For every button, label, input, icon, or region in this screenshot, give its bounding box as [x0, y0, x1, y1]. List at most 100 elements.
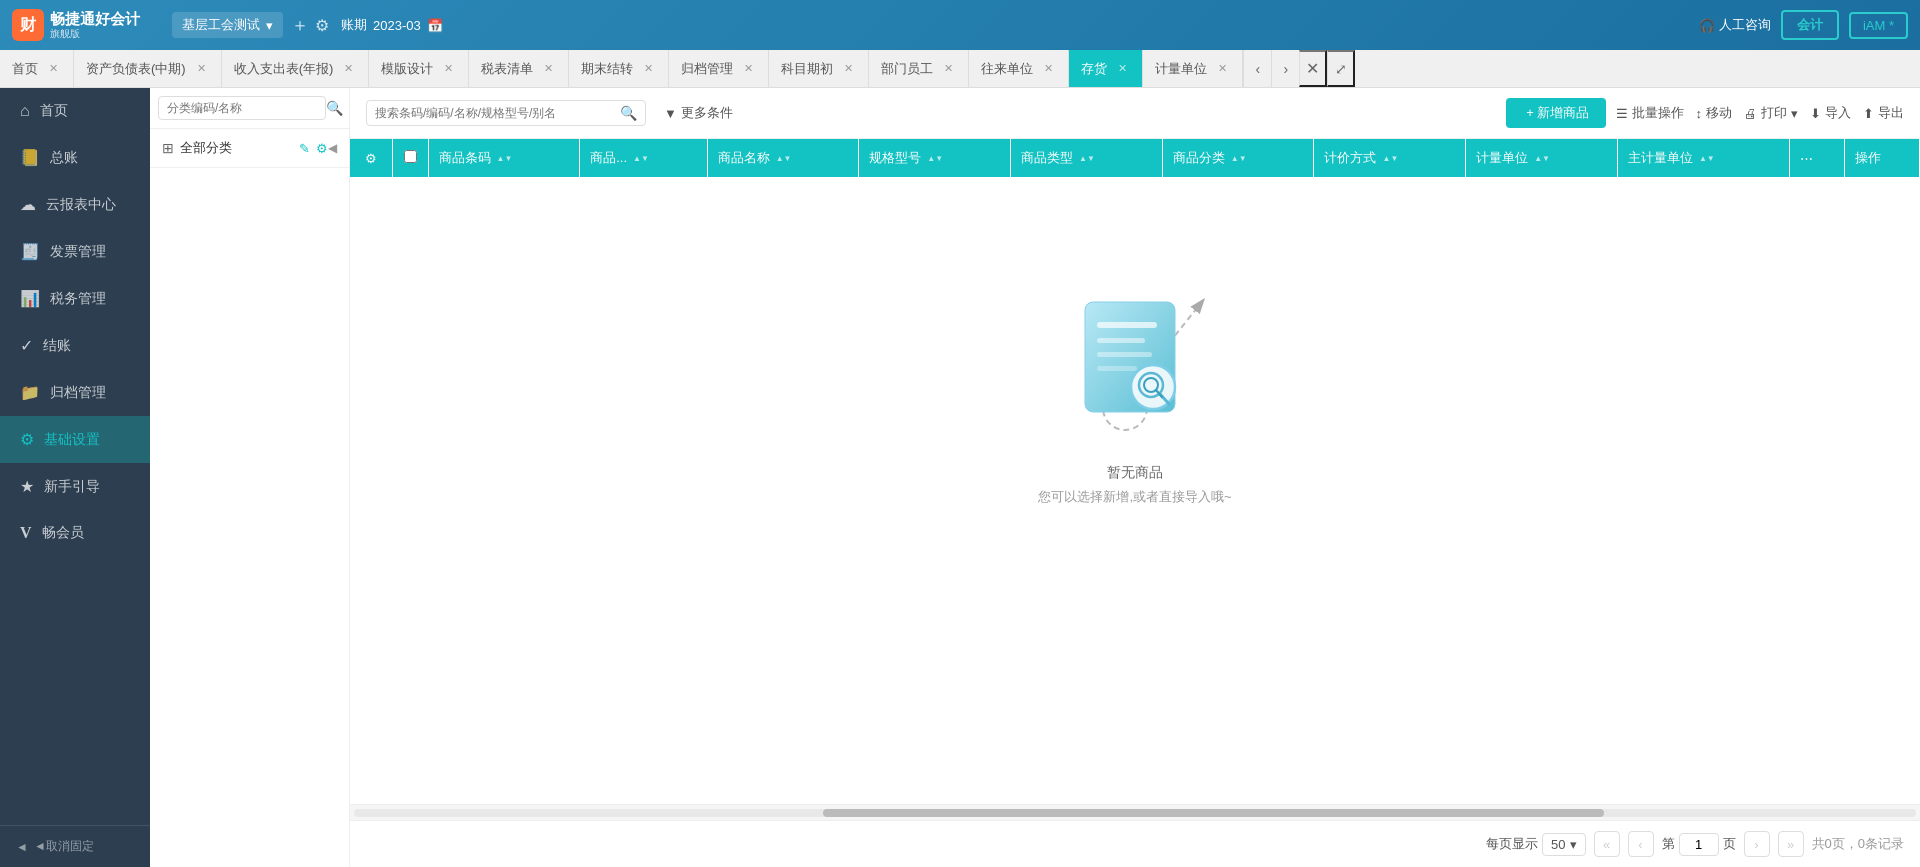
tab-close-icon[interactable]: ✕: [841, 61, 856, 76]
tab-homepage[interactable]: 首页 ✕: [0, 50, 74, 87]
th-unit[interactable]: 计量单位 ▲▼: [1466, 139, 1618, 177]
tab-close-icon[interactable]: ✕: [1115, 61, 1130, 76]
chevron-down-icon: ▾: [266, 18, 273, 33]
last-page-button[interactable]: »: [1778, 831, 1804, 857]
th-more[interactable]: ⋯: [1790, 139, 1844, 177]
th-settings[interactable]: ⚙: [350, 139, 392, 177]
tab-contacts[interactable]: 往来单位 ✕: [969, 50, 1069, 87]
all-categories-item[interactable]: ⊞ 全部分类 ✎ ⚙ ◀: [150, 129, 349, 168]
tab-next-button[interactable]: ›: [1271, 50, 1299, 87]
iam-button[interactable]: iAM *: [1849, 12, 1908, 39]
tab-close-icon[interactable]: ✕: [1041, 61, 1056, 76]
th-name[interactable]: 商品名称 ▲▼: [707, 139, 859, 177]
tab-balance-sheet[interactable]: 资产负债表(中期) ✕: [74, 50, 222, 87]
th-more-label: ⋯: [1800, 151, 1813, 166]
tab-prev-button[interactable]: ‹: [1243, 50, 1271, 87]
tab-close-icon[interactable]: ✕: [441, 61, 456, 76]
ai-consult-label: 人工咨询: [1719, 16, 1771, 34]
sidebar-item-ledger[interactable]: 📒 总账: [0, 134, 150, 181]
tab-close-all-button[interactable]: ✕: [1299, 50, 1327, 87]
kuaiji-button[interactable]: 会计: [1781, 10, 1839, 40]
category-search-input[interactable]: [158, 96, 326, 120]
more-filter-button[interactable]: ▼ 更多条件: [656, 100, 741, 126]
export-button[interactable]: ⬆ 导出: [1863, 104, 1904, 122]
tab-period-transfer[interactable]: 期末结转 ✕: [569, 50, 669, 87]
sort-icon: ▲▼: [1079, 154, 1095, 163]
page-size-area: 每页显示 50 ▾: [1486, 833, 1585, 856]
home-icon: ⌂: [20, 102, 30, 120]
th-code-label: 商品...: [590, 149, 627, 167]
edit-category-icon[interactable]: ✎: [299, 141, 310, 156]
settings-icon[interactable]: ⚙: [315, 16, 329, 35]
sidebar-item-home[interactable]: ⌂ 首页: [0, 88, 150, 134]
sidebar-item-tax[interactable]: 📊 税务管理: [0, 275, 150, 322]
sidebar-item-archive[interactable]: 📁 归档管理: [0, 369, 150, 416]
tab-income-statement[interactable]: 收入支出表(年报) ✕: [222, 50, 370, 87]
tab-expand-button[interactable]: ⤢: [1327, 50, 1355, 87]
sidebar-item-member[interactable]: V 畅会员: [0, 510, 150, 556]
th-category[interactable]: 商品分类 ▲▼: [1162, 139, 1314, 177]
tab-close-icon[interactable]: ✕: [541, 61, 556, 76]
th-barcode[interactable]: 商品条码 ▲▼: [428, 139, 580, 177]
book-icon: 📒: [20, 148, 40, 167]
goods-search-icon[interactable]: 🔍: [620, 105, 637, 121]
th-checkbox[interactable]: [392, 139, 428, 177]
tab-close-icon[interactable]: ✕: [46, 61, 61, 76]
tab-tax-list[interactable]: 税表清单 ✕: [469, 50, 569, 87]
tab-label: 期末结转: [581, 60, 633, 78]
logo-text: 畅捷通好会计 旗舰版: [50, 10, 140, 40]
category-search-icon[interactable]: 🔍: [326, 100, 343, 116]
goods-search-input[interactable]: [375, 106, 620, 120]
scrollbar-thumb[interactable]: [823, 809, 1604, 817]
tab-units[interactable]: 计量单位 ✕: [1143, 50, 1243, 87]
select-all-checkbox[interactable]: [404, 150, 417, 163]
prev-page-button[interactable]: ‹: [1628, 831, 1654, 857]
settings-category-icon[interactable]: ⚙: [316, 141, 328, 156]
tab-dept-staff[interactable]: 部门员工 ✕: [869, 50, 969, 87]
tab-close-icon[interactable]: ✕: [1215, 61, 1230, 76]
ai-consult-button[interactable]: 🎧 人工咨询: [1699, 16, 1771, 34]
grid-icon: ⊞: [162, 140, 174, 156]
chart-icon: 📊: [20, 289, 40, 308]
sidebar-item-reports[interactable]: ☁ 云报表中心: [0, 181, 150, 228]
collapse-arrow-icon[interactable]: ◀: [328, 141, 337, 155]
page-size-selector[interactable]: 50 ▾: [1542, 833, 1585, 856]
tab-close-icon[interactable]: ✕: [941, 61, 956, 76]
tab-label: 资产负债表(中期): [86, 60, 186, 78]
th-spec[interactable]: 规格型号 ▲▼: [859, 139, 1011, 177]
import-button[interactable]: ⬇ 导入: [1810, 104, 1851, 122]
tab-template-design[interactable]: 模版设计 ✕: [369, 50, 469, 87]
gear-icon: ⚙: [20, 430, 34, 449]
sidebar-item-settings[interactable]: ⚙ 基础设置: [0, 416, 150, 463]
sidebar-item-close[interactable]: ✓ 结账: [0, 322, 150, 369]
tab-close-icon[interactable]: ✕: [341, 61, 356, 76]
th-type[interactable]: 商品类型 ▲▼: [1011, 139, 1163, 177]
calendar-icon[interactable]: 📅: [427, 18, 443, 33]
tab-archive-mgmt[interactable]: 归档管理 ✕: [669, 50, 769, 87]
tab-close-icon[interactable]: ✕: [741, 61, 756, 76]
batch-operation-button[interactable]: ☰ 批量操作: [1616, 104, 1684, 122]
table-scrollbar[interactable]: [350, 804, 1920, 820]
print-label: 打印: [1761, 104, 1787, 122]
sidebar-item-invoice[interactable]: 🧾 发票管理: [0, 228, 150, 275]
org-selector[interactable]: 基层工会测试 ▾: [172, 12, 283, 38]
next-page-button[interactable]: ›: [1744, 831, 1770, 857]
add-goods-button[interactable]: + 新增商品: [1506, 98, 1605, 128]
th-main-unit[interactable]: 主计量单位 ▲▼: [1617, 139, 1790, 177]
tab-inventory[interactable]: 存货 ✕: [1069, 50, 1143, 87]
sidebar-item-guide[interactable]: ★ 新手引导: [0, 463, 150, 510]
unpin-sidebar-button[interactable]: ◄ ◄取消固定: [0, 825, 150, 867]
th-code[interactable]: 商品... ▲▼: [580, 139, 707, 177]
tab-close-icon[interactable]: ✕: [641, 61, 656, 76]
sidebar-label: 首页: [40, 102, 68, 120]
svg-rect-5: [1097, 352, 1152, 357]
logo-area: 财 畅捷通好会计 旗舰版: [12, 9, 162, 41]
page-number-input[interactable]: [1679, 833, 1719, 856]
print-button[interactable]: 🖨 打印 ▾: [1744, 104, 1798, 122]
th-price-method[interactable]: 计价方式 ▲▼: [1314, 139, 1466, 177]
tab-subject-initial[interactable]: 科目期初 ✕: [769, 50, 869, 87]
add-tab-button[interactable]: ＋: [291, 13, 309, 37]
move-button[interactable]: ↕ 移动: [1696, 104, 1733, 122]
first-page-button[interactable]: «: [1594, 831, 1620, 857]
tab-close-icon[interactable]: ✕: [194, 61, 209, 76]
